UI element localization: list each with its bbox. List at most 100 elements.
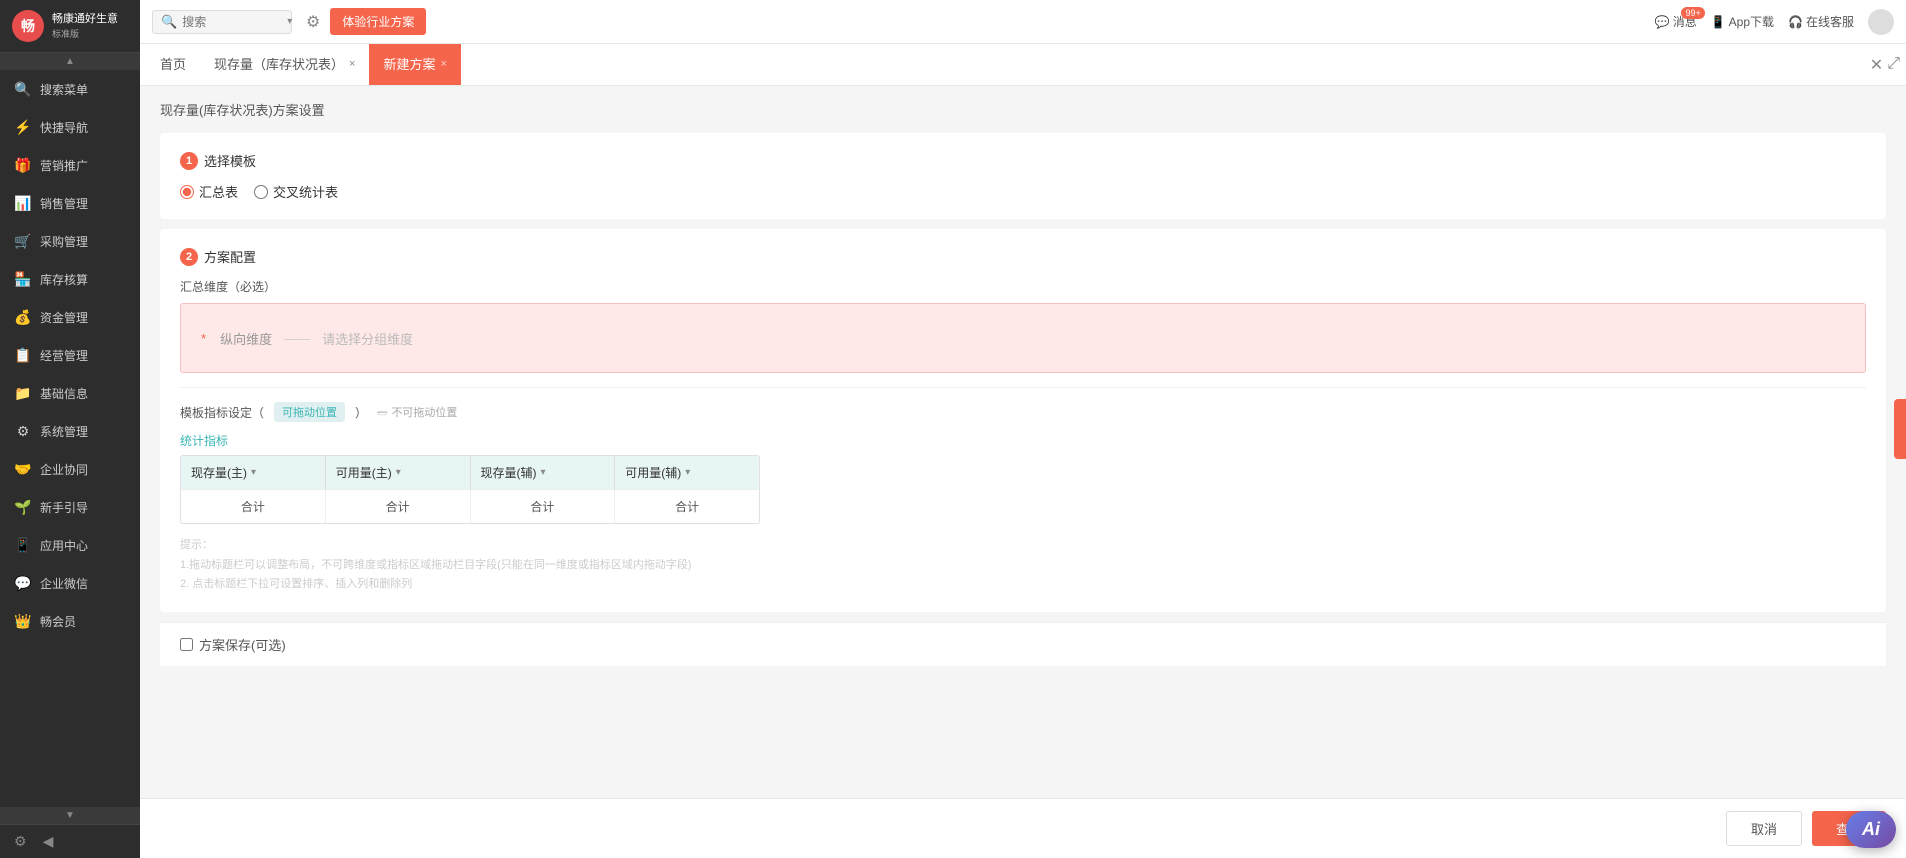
radio-summary-input[interactable]	[180, 185, 194, 199]
stats-th-1: 可用量(主) ▾	[326, 456, 471, 489]
system-icon: ⚙	[14, 422, 32, 440]
trial-button[interactable]: 体验行业方案	[330, 8, 426, 35]
app-center-icon: 📱	[14, 536, 32, 554]
stats-col-2-dropdown-icon[interactable]: ▾	[541, 467, 546, 478]
stats-table: 现存量(主) ▾ 可用量(主) ▾ 现存量(辅) ▾ 可用量(辅) ▾	[180, 455, 760, 524]
enterprise-icon: 🤝	[14, 460, 32, 478]
message-button[interactable]: 💬 消息 99+	[1655, 13, 1697, 30]
app-download-label: App下载	[1729, 13, 1774, 30]
search-box[interactable]: 🔍 ▾	[152, 10, 292, 34]
dim-dash: ——	[284, 331, 310, 346]
sidebar-item-basic-info[interactable]: 📁 基础信息	[0, 374, 140, 412]
sidebar-item-inventory[interactable]: 🏪 库存核算	[0, 260, 140, 298]
ai-bubble[interactable]: Ai	[1846, 811, 1896, 848]
sidebar-item-member[interactable]: 👑 畅会员	[0, 602, 140, 640]
member-icon: 👑	[14, 612, 32, 630]
customer-service-button[interactable]: 🎧 在线客服	[1788, 13, 1854, 30]
sidebar-scroll-up[interactable]: ▲	[0, 53, 140, 70]
tab-home[interactable]: 首页	[146, 44, 200, 85]
gear-icon[interactable]: ⚙	[306, 12, 320, 32]
separator	[180, 387, 1866, 388]
sidebar-item-label: 库存核算	[40, 271, 88, 288]
sidebar-item-label: 销售管理	[40, 195, 88, 212]
settings-icon[interactable]: ⚙	[14, 833, 27, 850]
topbar: 🔍 ▾ ⚙ 体验行业方案 💬 消息 99+ 📱 App下载 🎧 在线客服	[140, 0, 1906, 44]
sidebar-item-operations[interactable]: 📋 经营管理	[0, 336, 140, 374]
step2-label: 方案配置	[204, 247, 256, 266]
step2-title: 2 方案配置	[180, 247, 1866, 266]
page-content: 现存量(库存状况表)方案设置 1 选择模板 汇总表 交叉统计表	[140, 86, 1906, 798]
tab-new-plan[interactable]: 新建方案 ×	[369, 44, 460, 85]
marketing-icon: 🎁	[14, 156, 32, 174]
stats-col-3-dropdown-icon[interactable]: ▾	[685, 467, 690, 478]
dim-placeholder: 请选择分组维度	[322, 329, 413, 348]
app-download-button[interactable]: 📱 App下载	[1711, 13, 1774, 30]
stats-table-header: 现存量(主) ▾ 可用量(主) ▾ 现存量(辅) ▾ 可用量(辅) ▾	[181, 456, 759, 489]
logo-icon: 畅	[12, 10, 44, 42]
guide-icon: 🌱	[14, 498, 32, 516]
step1-title: 1 选择模板	[180, 151, 1866, 170]
radio-crosstab-label: 交叉统计表	[273, 182, 338, 201]
sidebar-item-purchase[interactable]: 🛒 采购管理	[0, 222, 140, 260]
sidebar-item-marketing[interactable]: 🎁 营销推广	[0, 146, 140, 184]
step2-badge: 2	[180, 248, 198, 266]
app-logo: 畅 畅康通好生意 标准版	[0, 0, 140, 53]
sidebar-item-app-center[interactable]: 📱 应用中心	[0, 526, 140, 564]
sidebar-item-enterprise[interactable]: 🤝 企业协同	[0, 450, 140, 488]
search-icon: 🔍	[161, 14, 177, 30]
message-icon: 💬	[1655, 15, 1670, 29]
save-checkbox[interactable]	[180, 638, 193, 651]
tab-close-ctrl-icon[interactable]: ✕	[1870, 55, 1883, 75]
sidebar: 畅 畅康通好生意 标准版 ▲ 🔍 搜索菜单 ⚡ 快捷导航 🎁 营销推广 📊 销售…	[0, 0, 140, 858]
sidebar-item-label: 搜索菜单	[40, 81, 88, 98]
search-dropdown-icon[interactable]: ▾	[287, 16, 292, 27]
tabs-bar: 首页 现存量（库存状况表） × 新建方案 × ✕ ⤢	[140, 44, 1906, 86]
stats-col-2-label: 现存量(辅)	[481, 464, 537, 481]
headset-icon: 🎧	[1788, 15, 1803, 29]
sidebar-item-guide[interactable]: 🌱 新手引导	[0, 488, 140, 526]
finance-icon: 💰	[14, 308, 32, 326]
stats-th-2: 现存量(辅) ▾	[471, 456, 616, 489]
cancel-button[interactable]: 取消	[1726, 811, 1802, 846]
message-badge: 99+	[1681, 7, 1704, 19]
mobile-icon: 📱	[1711, 15, 1726, 29]
inventory-tab-close-icon[interactable]: ×	[349, 58, 355, 70]
user-avatar[interactable]	[1868, 9, 1894, 35]
indicator-settings-row: 模板指标设定（ 可拖动位置 ） ▭ 不可拖动位置	[180, 402, 1866, 422]
tab-inventory-status[interactable]: 现存量（库存状况表） ×	[200, 44, 369, 85]
right-edge-handle[interactable]	[1894, 399, 1906, 459]
sales-icon: 📊	[14, 194, 32, 212]
sidebar-scroll-down[interactable]: ▼	[0, 807, 140, 824]
stats-col-1-label: 可用量(主)	[336, 464, 392, 481]
radio-crosstab[interactable]: 交叉统计表	[254, 182, 338, 201]
stats-col-1-dropdown-icon[interactable]: ▾	[396, 467, 401, 478]
step1-label: 选择模板	[204, 151, 256, 170]
dimension-area[interactable]: * 纵向维度 —— 请选择分组维度	[180, 303, 1866, 373]
tips-item-0: 1.拖动标题栏可以调整布局，不可跨维度或指标区域拖动栏目字段(只能在同一维度或指…	[180, 556, 1866, 572]
search-input[interactable]	[182, 15, 282, 29]
inventory-icon: 🏪	[14, 270, 32, 288]
radio-crosstab-input[interactable]	[254, 185, 268, 199]
stats-table-body: 合计 合计 合计 合计	[181, 489, 759, 523]
inventory-tab-label: 现存量（库存状况表）	[214, 54, 344, 73]
sidebar-item-system[interactable]: ⚙ 系统管理	[0, 412, 140, 450]
radio-summary[interactable]: 汇总表	[180, 182, 238, 201]
action-bar: 取消 查询	[140, 798, 1906, 858]
new-plan-tab-close-icon[interactable]: ×	[440, 58, 446, 70]
stats-col-0-dropdown-icon[interactable]: ▾	[251, 467, 256, 478]
service-label: 在线客服	[1806, 13, 1854, 30]
sidebar-item-wecom[interactable]: 💬 企业微信	[0, 564, 140, 602]
step1-badge: 1	[180, 152, 198, 170]
new-plan-tab-label: 新建方案	[383, 54, 435, 73]
sidebar-item-finance[interactable]: 💰 资金管理	[0, 298, 140, 336]
stats-col-3-label: 可用量(辅)	[625, 464, 681, 481]
sidebar-item-sales[interactable]: 📊 销售管理	[0, 184, 140, 222]
required-mark: *	[201, 331, 206, 346]
tab-expand-ctrl-icon[interactable]: ⤢	[1887, 55, 1900, 75]
sidebar-item-label: 企业协同	[40, 461, 88, 478]
sidebar-item-label: 新手引导	[40, 499, 88, 516]
purchase-icon: 🛒	[14, 232, 32, 250]
sidebar-item-search[interactable]: 🔍 搜索菜单	[0, 70, 140, 108]
collapse-icon[interactable]: ◀	[43, 833, 54, 850]
sidebar-item-quick-nav[interactable]: ⚡ 快捷导航	[0, 108, 140, 146]
